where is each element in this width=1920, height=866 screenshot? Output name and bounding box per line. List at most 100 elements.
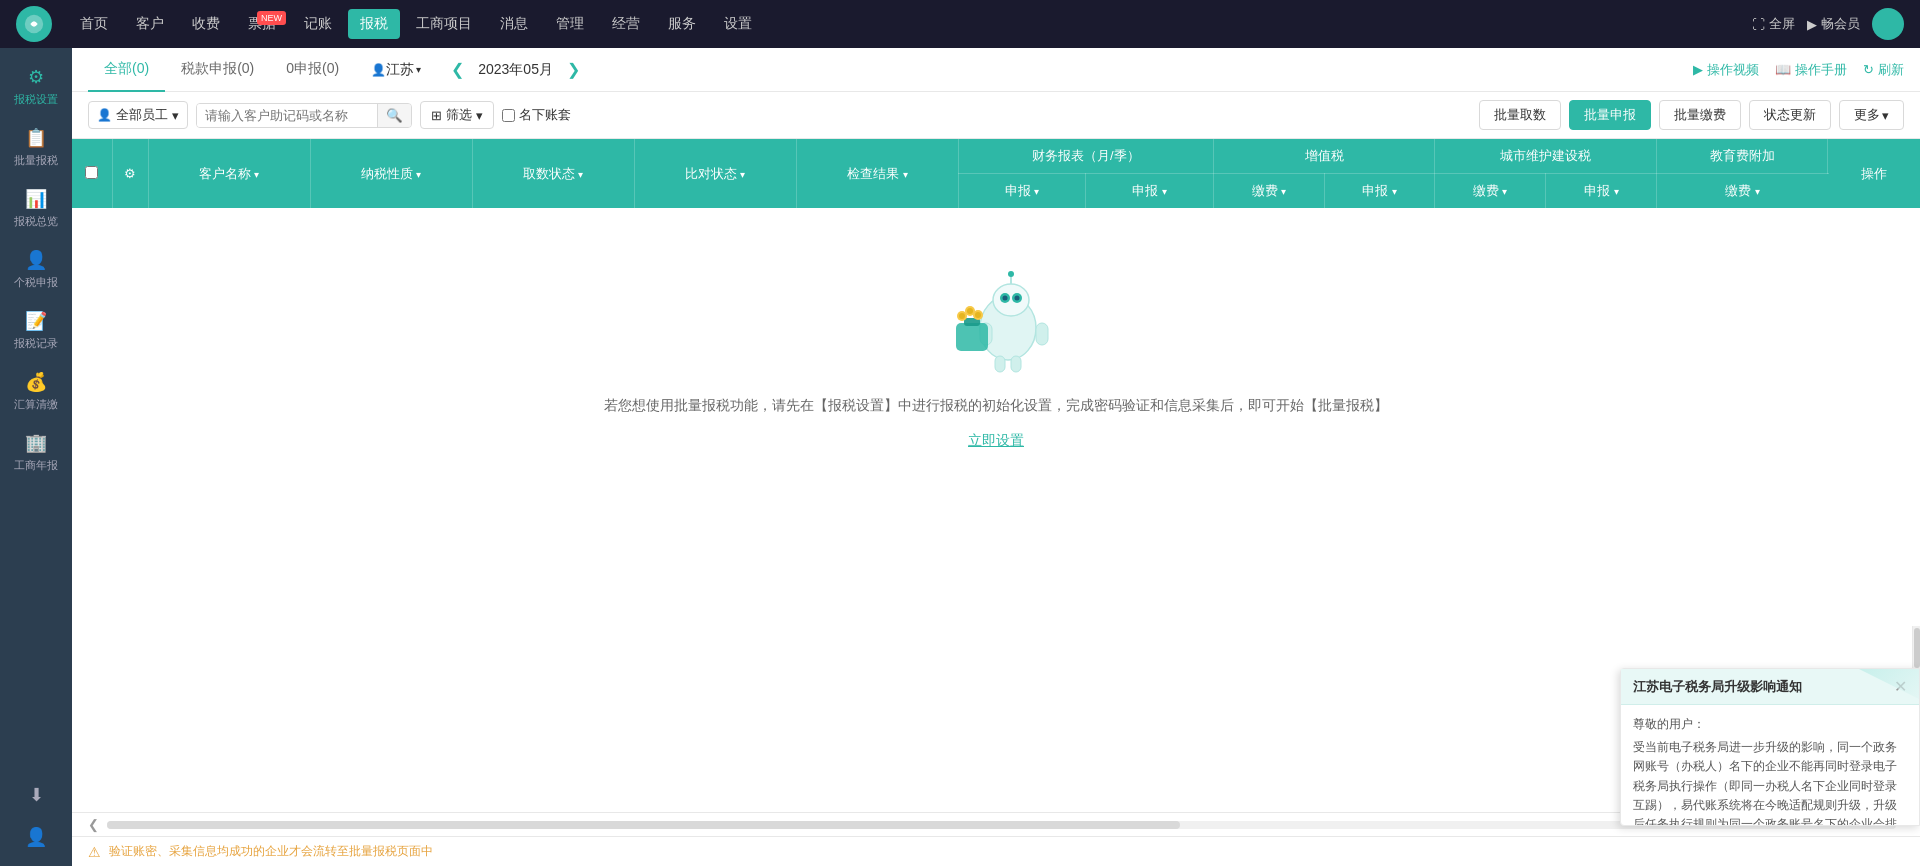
more-button[interactable]: 更多 ▾ (1839, 100, 1904, 130)
notification-greeting: 尊敬的用户： (1633, 715, 1907, 734)
sidebar-item-tax-overview[interactable]: 📊 报税总览 (0, 178, 72, 239)
sort-icon: ▾ (1281, 186, 1286, 197)
nav-operation[interactable]: 经营 (600, 9, 652, 39)
batch-declare-button[interactable]: 批量申报 (1569, 100, 1651, 130)
nav-items: 首页 客户 收费 票据 NEW 记账 报税 工商项目 消息 管理 经营 服务 设… (68, 9, 1752, 39)
next-month-button[interactable]: ❯ (561, 58, 586, 81)
setup-link[interactable]: 立即设置 (968, 432, 1024, 450)
tax-records-icon: 📝 (25, 310, 47, 332)
tabs-right-buttons: ▶ 操作视频 📖 操作手册 ↻ 刷新 (1693, 61, 1904, 79)
nav-fee[interactable]: 收费 (180, 9, 232, 39)
sort-icon: ▾ (1502, 186, 1507, 197)
th-vat: 增值税 (1214, 139, 1435, 174)
member-button[interactable]: ▶ 畅会员 (1807, 15, 1860, 33)
new-badge: NEW (257, 11, 286, 25)
sidebar-item-tax-settings[interactable]: ⚙ 报税设置 (0, 56, 72, 117)
batch-tax-icon: 📋 (25, 127, 47, 149)
sort-icon: ▾ (1614, 186, 1619, 197)
sidebar-item-personal-tax[interactable]: 👤 个税申报 (0, 239, 72, 300)
notification-popup: 江苏电子税务局升级影响通知 ✕ 尊敬的用户： 受当前电子税务局进一步升级的影响，… (1620, 668, 1920, 826)
sidebar-item-download[interactable]: ⬇ (21, 774, 51, 816)
video-icon: ▶ (1693, 62, 1703, 77)
sidebar-item-batch-tax[interactable]: 📋 批量报税 (0, 117, 72, 178)
filter-icon: ⊞ (431, 108, 442, 123)
settings-icon[interactable]: ⚙ (124, 166, 136, 181)
notification-content: 受当前电子税务局进一步升级的影响，同一个政务网账号（办税人）名下的企业不能再同时… (1633, 738, 1907, 825)
top-navigation: 首页 客户 收费 票据 NEW 记账 报税 工商项目 消息 管理 经营 服务 设… (0, 0, 1920, 48)
sidebar: ⚙ 报税设置 📋 批量报税 📊 报税总览 👤 个税申报 📝 报税记录 💰 汇算清… (0, 48, 72, 866)
tab-all[interactable]: 全部(0) (88, 48, 165, 92)
refresh-button[interactable]: ↻ 刷新 (1863, 61, 1904, 79)
svg-point-5 (1003, 296, 1008, 301)
status-message: 验证账密、采集信息均成功的企业才会流转至批量报税页面中 (109, 843, 433, 860)
tab-zero-declare[interactable]: 0申报(0) (270, 48, 355, 92)
th-education-surcharge: 教育费附加 (1657, 139, 1828, 174)
nav-bookkeeping[interactable]: 记账 (292, 9, 344, 39)
filter-button[interactable]: ⊞ 筛选 ▾ (420, 101, 494, 129)
search-input[interactable] (197, 104, 377, 127)
chevron-down-icon: ▾ (172, 108, 179, 123)
nav-management[interactable]: 管理 (544, 9, 596, 39)
month-navigator: ❮ 2023年05月 ❯ (445, 58, 586, 81)
search-box: 🔍 (196, 103, 412, 128)
fullscreen-button[interactable]: ⛶ 全屏 (1752, 15, 1795, 33)
nav-invoice[interactable]: 票据 NEW (236, 9, 288, 39)
nav-tax[interactable]: 报税 (348, 9, 400, 39)
search-button[interactable]: 🔍 (377, 104, 411, 127)
toolbar: 👤 全部员工 ▾ 🔍 ⊞ 筛选 ▾ 名下账套 批量取数 批量申报 批量缴费 (72, 92, 1920, 139)
th-operations: 操作 (1828, 139, 1920, 208)
manual-button[interactable]: 📖 操作手册 (1775, 61, 1847, 79)
prev-month-button[interactable]: ❮ (445, 58, 470, 81)
svg-rect-13 (956, 323, 988, 351)
th-financial-report: 财务报表（月/季） (958, 139, 1213, 174)
personal-tax-icon: 👤 (25, 249, 47, 271)
sort-icon: ▾ (1392, 186, 1397, 197)
tab-tax-declare[interactable]: 税款申报(0) (165, 48, 270, 92)
th-check-result: 检查结果 ▾ (796, 139, 958, 208)
robot-illustration (936, 268, 1056, 378)
region-selector[interactable]: 👤 江苏 ▾ (371, 61, 421, 79)
sidebar-item-tax-records[interactable]: 📝 报税记录 (0, 300, 72, 361)
th-edu-pay: 缴费 ▾ (1657, 174, 1828, 209)
batch-pay-button[interactable]: 批量缴费 (1659, 100, 1741, 130)
avatar[interactable] (1872, 8, 1904, 40)
svg-rect-10 (1036, 323, 1048, 345)
member-icon: ▶ (1807, 17, 1817, 32)
sort-icon: ▾ (1034, 186, 1039, 197)
th-vat-pay: 缴费 ▾ (1214, 174, 1324, 209)
sidebar-item-annual-report[interactable]: 🏢 工商年报 (0, 422, 72, 483)
th-vat-declare: 申报 ▾ (1086, 174, 1214, 209)
video-button[interactable]: ▶ 操作视频 (1693, 61, 1759, 79)
sidebar-bottom: ⬇ 👤 (21, 774, 51, 858)
sort-icon: ▾ (1755, 186, 1760, 197)
employee-select[interactable]: 👤 全部员工 ▾ (88, 101, 188, 129)
svg-point-18 (959, 313, 965, 319)
status-update-button[interactable]: 状态更新 (1749, 100, 1831, 130)
logo[interactable] (16, 6, 52, 42)
th-financial-declare: 申报 ▾ (958, 174, 1086, 209)
nav-customer[interactable]: 客户 (124, 9, 176, 39)
user-icon: 👤 (25, 826, 47, 848)
nav-settings[interactable]: 设置 (712, 9, 764, 39)
empty-state: 若您想使用批量报税功能，请先在【报税设置】中进行报税的初始化设置，完成密码验证和… (72, 208, 1920, 510)
warning-icon: ⚠ (88, 844, 101, 860)
nav-message[interactable]: 消息 (488, 9, 540, 39)
batch-fetch-button[interactable]: 批量取数 (1479, 100, 1561, 130)
accounts-checkbox[interactable] (502, 109, 515, 122)
nav-business[interactable]: 工商项目 (404, 9, 484, 39)
checkbox-label[interactable]: 名下账套 (502, 106, 571, 124)
notification-title: 江苏电子税务局升级影响通知 (1633, 678, 1802, 696)
chevron-down-icon: ▾ (476, 108, 483, 123)
th-compare-status: 比对状态 ▾ (634, 139, 796, 208)
sidebar-item-user[interactable]: 👤 (21, 816, 51, 858)
month-label: 2023年05月 (478, 61, 553, 79)
sidebar-item-settlement[interactable]: 💰 汇算清缴 (0, 361, 72, 422)
svg-point-2 (993, 284, 1029, 316)
empty-message: 若您想使用批量报税功能，请先在【报税设置】中进行报税的初始化设置，完成密码验证和… (604, 394, 1388, 416)
region-icon: 👤 (371, 63, 386, 77)
nav-service[interactable]: 服务 (656, 9, 708, 39)
scroll-left-arrow[interactable]: ❮ (88, 817, 99, 832)
svg-point-20 (975, 312, 981, 318)
nav-home[interactable]: 首页 (68, 9, 120, 39)
select-all-checkbox[interactable] (85, 166, 98, 179)
